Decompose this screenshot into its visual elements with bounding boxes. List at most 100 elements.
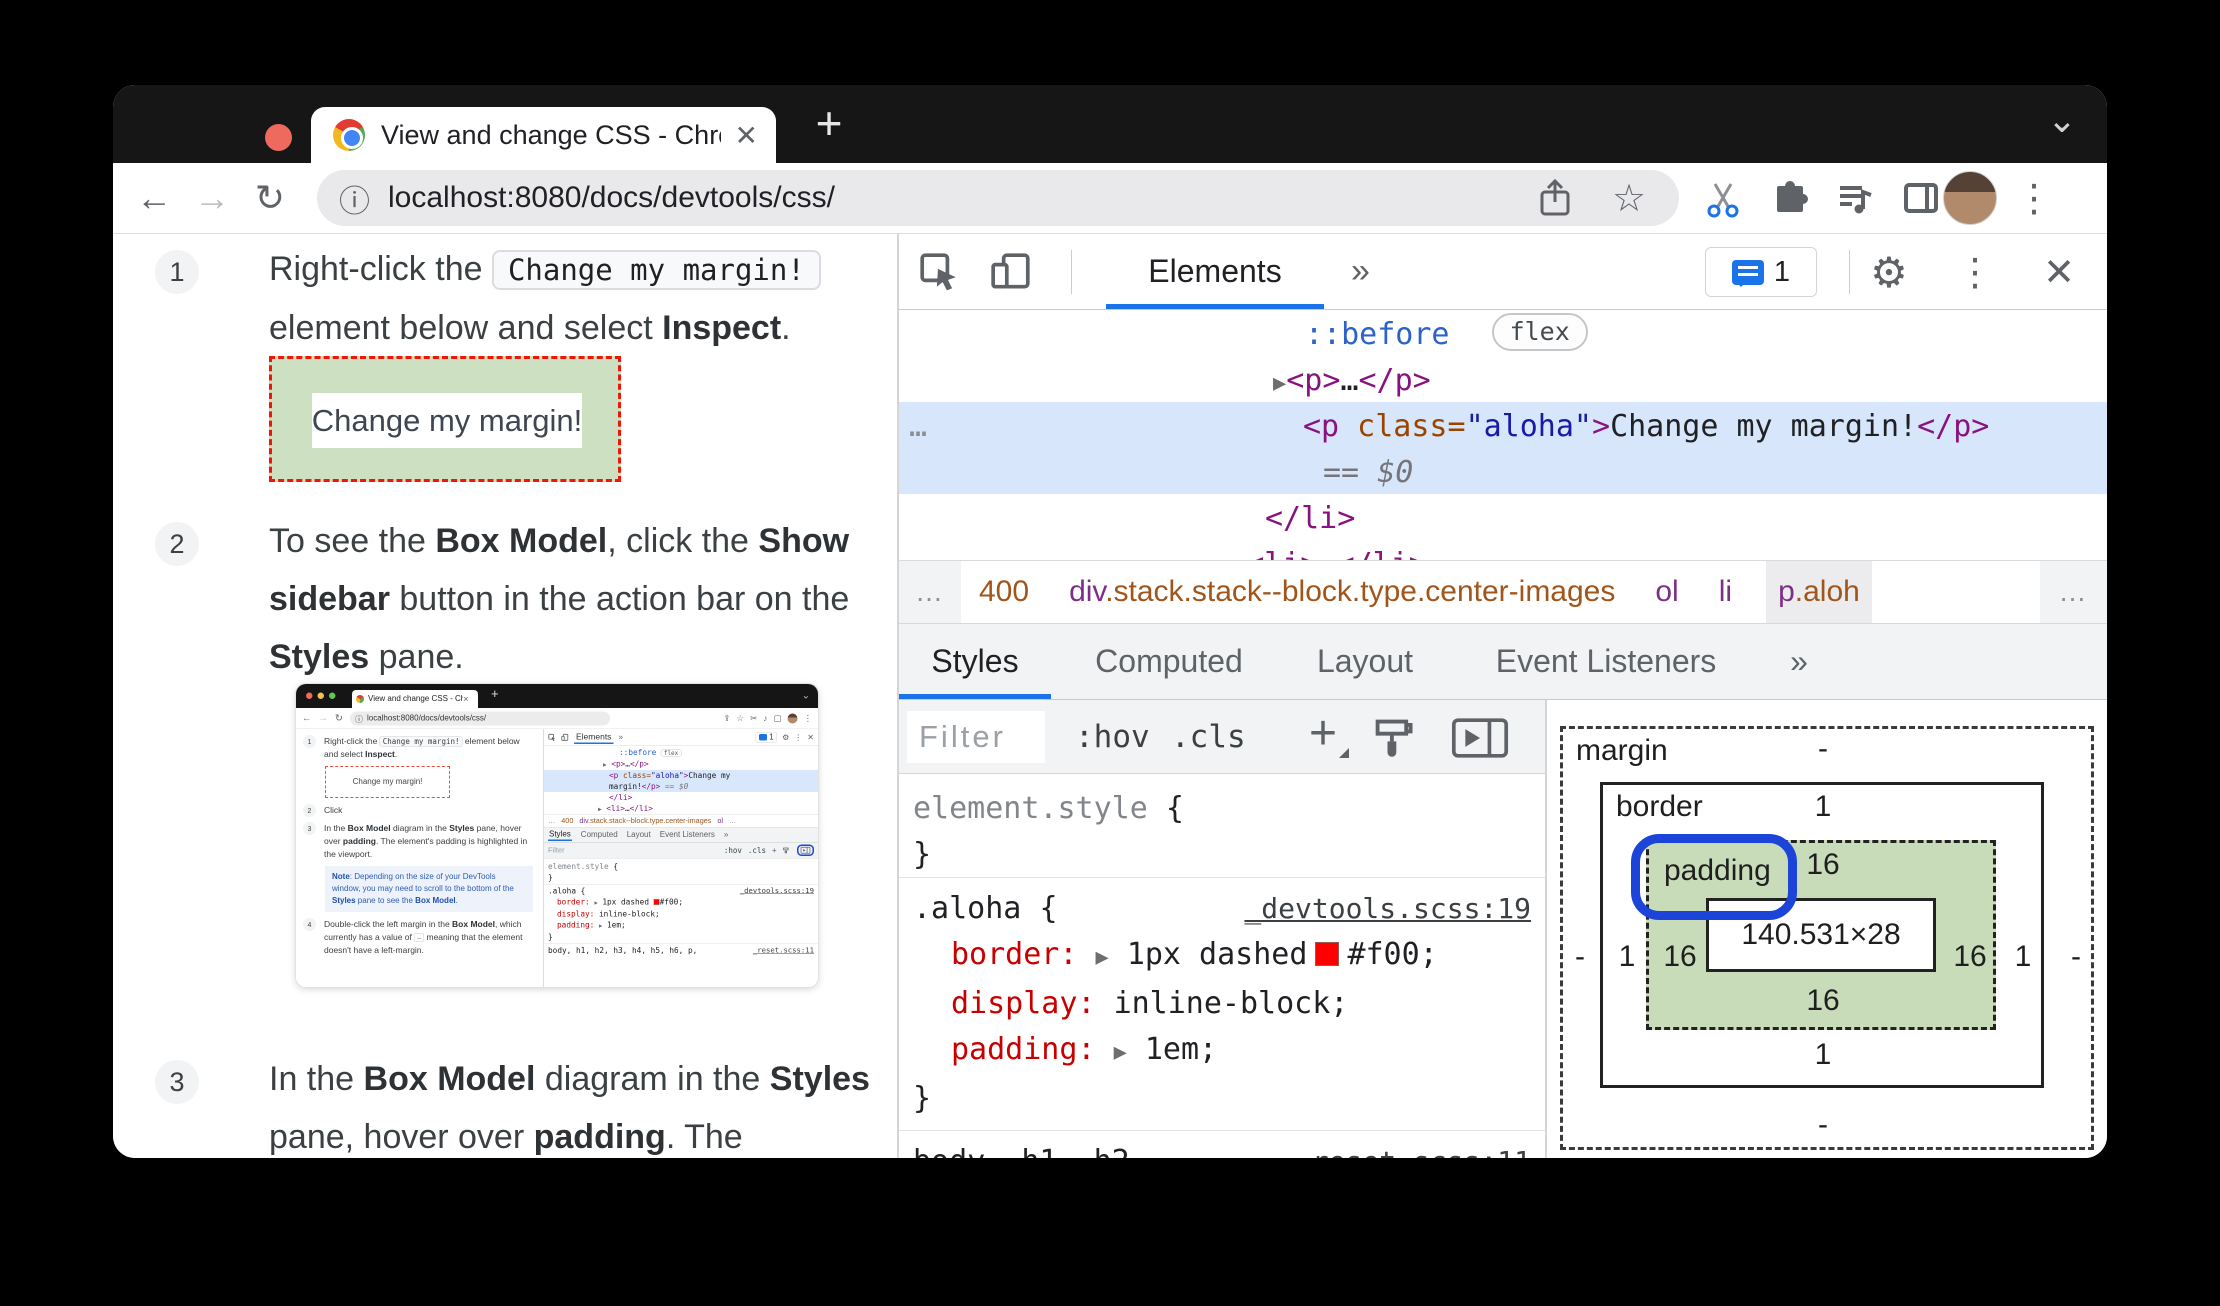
box-model-pane: 140.531×28 margin border padding - 1 16 …	[1545, 700, 2107, 1158]
step1-t3: .	[781, 309, 791, 347]
new-style-rule-button[interactable]: +	[1295, 700, 1351, 774]
border-left-value[interactable]: 1	[1619, 940, 1636, 974]
reset-scss-link[interactable]: _reset.scss:11	[1295, 1139, 1531, 1158]
step3-b1: Box Model	[363, 1060, 536, 1098]
aloha-selector[interactable]: .aloha	[913, 891, 1021, 926]
tab-styles[interactable]: Styles	[899, 624, 1051, 699]
border-bottom-value[interactable]: 1	[1815, 1038, 1832, 1072]
devtools-close-icon[interactable]: ✕	[2035, 248, 2083, 296]
devtools-scss-link[interactable]: _devtools.scss:19	[1244, 886, 1531, 932]
breadcrumb-item[interactable]: div.stack.stack--block.type.center-image…	[1069, 575, 1615, 609]
styles-filter-input[interactable]	[907, 711, 1045, 763]
border-right-value[interactable]: 1	[2015, 940, 2032, 974]
rule-element-style[interactable]: element.style { }	[899, 774, 1545, 878]
expand-arrow-icon[interactable]: ▶	[1114, 1040, 1127, 1065]
rendering-brush-icon[interactable]	[1371, 715, 1415, 759]
node-menu-dots[interactable]: …	[909, 404, 927, 450]
devtools-settings-icon[interactable]: ⚙	[1865, 248, 1913, 296]
dom-node-li-collapsed[interactable]: ▶<li>…</li>	[1233, 542, 1427, 560]
bookmark-star-icon[interactable]: ☆	[1607, 176, 1651, 220]
extensions-puzzle-icon[interactable]	[1767, 176, 1811, 220]
site-info-icon[interactable]: ⓘ	[339, 176, 370, 221]
breadcrumb-item[interactable]: 400	[979, 575, 1029, 609]
padding-right-value[interactable]: 16	[1953, 940, 1986, 974]
forward-button[interactable]: →	[189, 175, 235, 221]
toggle-class-button[interactable]: .cls	[1171, 700, 1246, 774]
tab-title: View and change CSS - Chrome	[381, 119, 721, 150]
change-my-margin-demo-box[interactable]: Change my margin!	[269, 356, 621, 482]
breadcrumb-overflow-right[interactable]: …	[2040, 561, 2107, 623]
profile-avatar[interactable]	[1943, 171, 1997, 225]
sidebar-tabs: Styles Computed Layout Event Listeners »	[899, 624, 2107, 700]
dom-node-li-close[interactable]: </li>	[1265, 496, 1355, 542]
devtools-menu-icon[interactable]: ⋮	[1951, 248, 1999, 296]
dollar-zero-hint: == $0	[1323, 455, 1414, 490]
css-property-display[interactable]: display: inline-block;	[913, 981, 1531, 1027]
browser-window: View and change CSS - Chrome ✕ + ⌄ ← → ↻…	[113, 85, 2107, 1158]
tab-computed[interactable]: Computed	[1079, 624, 1259, 699]
step2-text: To see the Box Model, click the Show sid…	[269, 512, 869, 686]
more-panels-icon[interactable]: »	[1351, 252, 1370, 291]
reload-button[interactable]: ↻	[247, 175, 293, 221]
share-icon[interactable]	[1533, 176, 1577, 220]
padding-top-value[interactable]: 16	[1806, 848, 1839, 882]
back-button[interactable]: ←	[131, 175, 177, 221]
margin-bottom-value[interactable]: -	[1818, 1108, 1828, 1142]
url-text[interactable]: localhost:8080/docs/devtools/css/	[388, 181, 835, 215]
padding-left-value[interactable]: 16	[1663, 940, 1696, 974]
element-style-selector[interactable]: element.style	[913, 791, 1148, 826]
step1-code-chip: Change my margin!	[491, 250, 821, 290]
margin-left-value[interactable]: -	[1575, 940, 1585, 974]
step2-number: 2	[155, 522, 199, 566]
padding-bottom-value[interactable]: 16	[1806, 984, 1839, 1018]
tab-search-chevron-icon[interactable]: ⌄	[2047, 99, 2077, 141]
issues-button[interactable]: 1	[1705, 247, 1817, 297]
inspect-element-icon[interactable]	[915, 248, 963, 296]
tab-close-icon[interactable]: ✕	[735, 119, 758, 152]
color-swatch[interactable]	[1315, 942, 1340, 966]
thumb-favicon-icon	[356, 695, 364, 703]
browser-menu-icon[interactable]: ⋮	[2015, 176, 2053, 221]
breadcrumb-overflow-left[interactable]: …	[899, 561, 961, 623]
rule-reset[interactable]: body, h1, h2, _reset.scss:11	[899, 1131, 1545, 1158]
thumb-tab-title: View and change CSS - Chrome	[368, 694, 463, 704]
padding-label: padding	[1664, 854, 1771, 887]
css-property-padding[interactable]: padding: ▶ 1em;	[913, 1027, 1531, 1076]
flex-badge[interactable]: flex	[1491, 313, 1588, 351]
tab-event-listeners[interactable]: Event Listeners	[1475, 624, 1737, 699]
more-sidebar-tabs-icon[interactable]: »	[1775, 624, 1823, 699]
step1-text: Right-click the Change my margin! elemen…	[269, 240, 869, 357]
css-property-border[interactable]: border: ▶ 1px dashed #f00;	[913, 932, 1531, 981]
tab-layout[interactable]: Layout	[1309, 624, 1421, 699]
breadcrumb-item[interactable]: ol	[1655, 575, 1678, 609]
show-sidebar-button[interactable]	[1451, 716, 1509, 760]
dom-breadcrumbs: … 400 div.stack.stack--block.type.center…	[899, 560, 2107, 624]
side-panel-icon[interactable]	[1899, 176, 1943, 220]
new-tab-button[interactable]: +	[801, 97, 857, 153]
margin-top-value[interactable]: -	[1818, 732, 1828, 766]
toggle-hover-state-button[interactable]: :hov	[1075, 700, 1150, 774]
rule-aloha[interactable]: .aloha { _devtools.scss:19 border: ▶ 1px…	[899, 878, 1545, 1131]
border-top-value[interactable]: 1	[1815, 790, 1832, 824]
margin-right-value[interactable]: -	[2071, 940, 2081, 974]
playlist-music-icon[interactable]	[1833, 176, 1877, 220]
box-model-diagram: 140.531×28 margin border padding - 1 16 …	[1560, 726, 2094, 1150]
breadcrumb-item[interactable]: li	[1719, 575, 1732, 609]
close-window-button[interactable]	[265, 124, 292, 151]
pseudo-before[interactable]: ::before	[1305, 317, 1450, 352]
scissors-extension-icon[interactable]	[1701, 176, 1745, 220]
dom-node-selected[interactable]: <p class="aloha">Change my margin!</p>	[1303, 404, 1989, 450]
step2-t2: , click the	[607, 522, 759, 560]
reset-selector[interactable]: body, h1, h2,	[913, 1139, 1148, 1158]
tab-elements[interactable]: Elements	[1106, 234, 1324, 309]
address-bar[interactable]: ⓘ localhost:8080/docs/devtools/css/ ☆	[317, 170, 1679, 226]
dom-node-before[interactable]: ::before flex	[1305, 312, 1588, 358]
thumb-page: 1 Right-click the Change my margin! eleme…	[296, 729, 543, 987]
dom-node-p-collapsed[interactable]: ▶<p>…</p>	[1273, 358, 1431, 404]
expand-arrow-icon[interactable]: ▶	[1273, 371, 1286, 396]
breadcrumb-item-selected[interactable]: p .aloh	[1766, 561, 1872, 623]
demo-box-label[interactable]: Change my margin!	[312, 393, 582, 448]
browser-tab[interactable]: View and change CSS - Chrome ✕	[311, 107, 776, 163]
expand-arrow-icon[interactable]: ▶	[1096, 945, 1109, 970]
device-toolbar-icon[interactable]	[987, 248, 1035, 296]
